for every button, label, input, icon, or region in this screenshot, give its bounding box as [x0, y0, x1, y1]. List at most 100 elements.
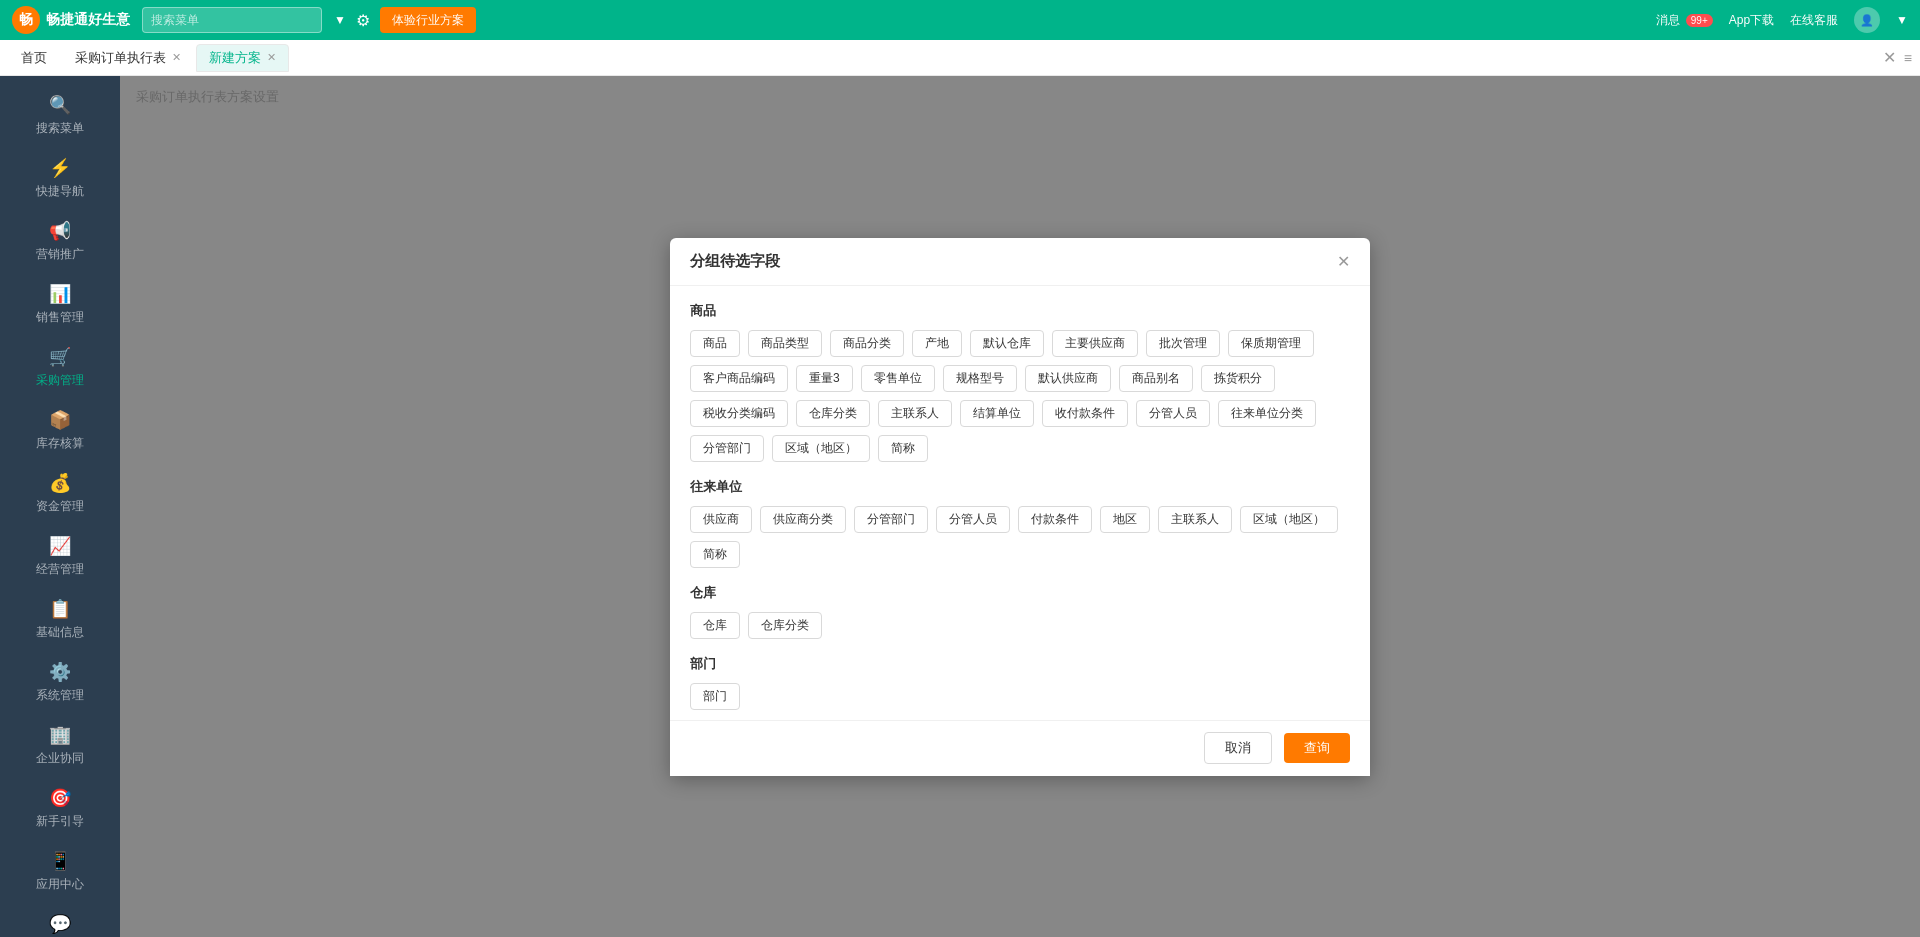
field-tag[interactable]: 供应商分类 — [760, 506, 846, 533]
top-header: 畅 畅捷通好生意 ▼ ⚙ 体验行业方案 消息 99+ App下载 在线客服 👤 … — [0, 0, 1920, 40]
search-dropdown[interactable]: ▼ — [334, 13, 346, 27]
field-tag[interactable]: 仓库分类 — [748, 612, 822, 639]
field-tag[interactable]: 税收分类编码 — [690, 400, 788, 427]
sales-icon: 📊 — [49, 283, 71, 305]
field-tag[interactable]: 仓库 — [690, 612, 740, 639]
tab-close-all[interactable]: ✕ — [1883, 48, 1896, 67]
field-tag[interactable]: 默认供应商 — [1025, 365, 1111, 392]
field-tag[interactable]: 商品分类 — [830, 330, 904, 357]
field-tag[interactable]: 结算单位 — [960, 400, 1034, 427]
field-tag[interactable]: 主要供应商 — [1052, 330, 1138, 357]
sidebar-item-search[interactable]: 🔍 搜索菜单 — [0, 84, 120, 147]
notifications-badge: 99+ — [1686, 14, 1713, 27]
field-tag[interactable]: 主联系人 — [878, 400, 952, 427]
content-area: 采购订单执行表方案设置 分组待选字段 ✕ 商品 商品 商品类型 — [120, 76, 1920, 937]
logo-area: 畅 畅捷通好生意 — [12, 6, 132, 34]
sidebar-item-finance[interactable]: 💰 资金管理 — [0, 462, 120, 525]
tab-home-label: 首页 — [21, 49, 47, 67]
field-tag[interactable]: 收付款条件 — [1042, 400, 1128, 427]
enterprise-icon: 🏢 — [49, 724, 71, 746]
settings-icon[interactable]: ⚙ — [356, 11, 370, 30]
field-tag[interactable]: 简称 — [878, 435, 928, 462]
field-tag[interactable]: 地区 — [1100, 506, 1150, 533]
confirm-button[interactable]: 查询 — [1284, 733, 1350, 763]
tab-purchase-execution[interactable]: 采购订单执行表 ✕ — [62, 44, 194, 72]
sidebar-item-guide[interactable]: 🎯 新手引导 — [0, 777, 120, 840]
tab-menu[interactable]: ≡ — [1904, 50, 1912, 66]
field-tag[interactable]: 商品 — [690, 330, 740, 357]
field-tag[interactable]: 往来单位分类 — [1218, 400, 1316, 427]
section-warehouse: 仓库 仓库 仓库分类 — [690, 584, 1350, 639]
sidebar-item-enterprise[interactable]: 🏢 企业协同 — [0, 714, 120, 777]
tab-right-buttons: ✕ ≡ — [1883, 48, 1912, 67]
field-tag[interactable]: 批次管理 — [1146, 330, 1220, 357]
trial-button[interactable]: 体验行业方案 — [380, 7, 476, 33]
sidebar-item-enterprise-label: 企业协同 — [36, 750, 84, 767]
sidebar-item-marketing[interactable]: 📢 营销推广 — [0, 210, 120, 273]
search-input[interactable] — [142, 7, 322, 33]
field-tag[interactable]: 保质期管理 — [1228, 330, 1314, 357]
section-department: 部门 部门 — [690, 655, 1350, 710]
field-tag[interactable]: 商品别名 — [1119, 365, 1193, 392]
main-layout: 🔍 搜索菜单 ⚡ 快捷导航 📢 营销推广 📊 销售管理 🛒 采购管理 📦 库存核… — [0, 76, 1920, 937]
field-tag[interactable]: 默认仓库 — [970, 330, 1044, 357]
sidebar-item-enterprise-wechat[interactable]: 💬 企业微信 — [0, 903, 120, 937]
tab-home[interactable]: 首页 — [8, 44, 60, 72]
user-dropdown[interactable]: ▼ — [1896, 13, 1908, 27]
avatar[interactable]: 👤 — [1854, 7, 1880, 33]
field-tag[interactable]: 重量3 — [796, 365, 853, 392]
basic-info-icon: 📋 — [49, 598, 71, 620]
field-tag[interactable]: 主联系人 — [1158, 506, 1232, 533]
section-goods-tags: 商品 商品类型 商品分类 产地 默认仓库 主要供应商 批次管理 保质期管理 客户… — [690, 330, 1350, 462]
sidebar-item-finance-label: 资金管理 — [36, 498, 84, 515]
tab-new-plan[interactable]: 新建方案 ✕ — [196, 44, 289, 72]
sidebar-item-app-center[interactable]: 📱 应用中心 — [0, 840, 120, 903]
section-department-tags: 部门 — [690, 683, 1350, 710]
notifications-btn[interactable]: 消息 99+ — [1656, 12, 1712, 29]
sidebar-item-system[interactable]: ⚙️ 系统管理 — [0, 651, 120, 714]
section-goods: 商品 商品 商品类型 商品分类 产地 默认仓库 主要供应商 批次管理 保质期管理… — [690, 302, 1350, 462]
sidebar-item-system-label: 系统管理 — [36, 687, 84, 704]
section-warehouse-tags: 仓库 仓库分类 — [690, 612, 1350, 639]
tab-purchase-close[interactable]: ✕ — [172, 51, 181, 64]
field-tag[interactable]: 简称 — [690, 541, 740, 568]
purchase-icon: 🛒 — [49, 346, 71, 368]
field-tag[interactable]: 客户商品编码 — [690, 365, 788, 392]
field-tag[interactable]: 商品类型 — [748, 330, 822, 357]
field-tag[interactable]: 区域（地区） — [1240, 506, 1338, 533]
sidebar-item-purchase[interactable]: 🛒 采购管理 — [0, 336, 120, 399]
field-tag[interactable]: 仓库分类 — [796, 400, 870, 427]
guide-icon: 🎯 — [49, 787, 71, 809]
field-tag[interactable]: 规格型号 — [943, 365, 1017, 392]
field-tag[interactable]: 分管人员 — [936, 506, 1010, 533]
sidebar-item-basic-info[interactable]: 📋 基础信息 — [0, 588, 120, 651]
tab-new-plan-close[interactable]: ✕ — [267, 51, 276, 64]
online-service-link[interactable]: 在线客服 — [1790, 12, 1838, 29]
app-download-link[interactable]: App下载 — [1729, 12, 1774, 29]
sidebar-item-quick-nav[interactable]: ⚡ 快捷导航 — [0, 147, 120, 210]
field-tag[interactable]: 付款条件 — [1018, 506, 1092, 533]
finance-icon: 💰 — [49, 472, 71, 494]
modal-body[interactable]: 商品 商品 商品类型 商品分类 产地 默认仓库 主要供应商 批次管理 保质期管理… — [670, 286, 1370, 766]
tab-new-plan-label: 新建方案 — [209, 49, 261, 67]
section-warehouse-title: 仓库 — [690, 584, 1350, 602]
cancel-button[interactable]: 取消 — [1204, 732, 1272, 764]
search-icon: 🔍 — [49, 94, 71, 116]
sidebar-item-sales[interactable]: 📊 销售管理 — [0, 273, 120, 336]
field-tag[interactable]: 供应商 — [690, 506, 752, 533]
app-center-icon: 📱 — [49, 850, 71, 872]
field-tag[interactable]: 部门 — [690, 683, 740, 710]
field-tag[interactable]: 拣货积分 — [1201, 365, 1275, 392]
modal-close-button[interactable]: ✕ — [1337, 252, 1350, 271]
field-tag[interactable]: 产地 — [912, 330, 962, 357]
quick-nav-icon: ⚡ — [49, 157, 71, 179]
field-tag[interactable]: 分管部门 — [690, 435, 764, 462]
field-tag[interactable]: 零售单位 — [861, 365, 935, 392]
sidebar-item-inventory[interactable]: 📦 库存核算 — [0, 399, 120, 462]
sidebar-item-operations[interactable]: 📈 经营管理 — [0, 525, 120, 588]
field-tag[interactable]: 分管部门 — [854, 506, 928, 533]
operations-icon: 📈 — [49, 535, 71, 557]
field-tag[interactable]: 分管人员 — [1136, 400, 1210, 427]
header-right: 消息 99+ App下载 在线客服 👤 ▼ — [1656, 7, 1908, 33]
field-tag[interactable]: 区域（地区） — [772, 435, 870, 462]
